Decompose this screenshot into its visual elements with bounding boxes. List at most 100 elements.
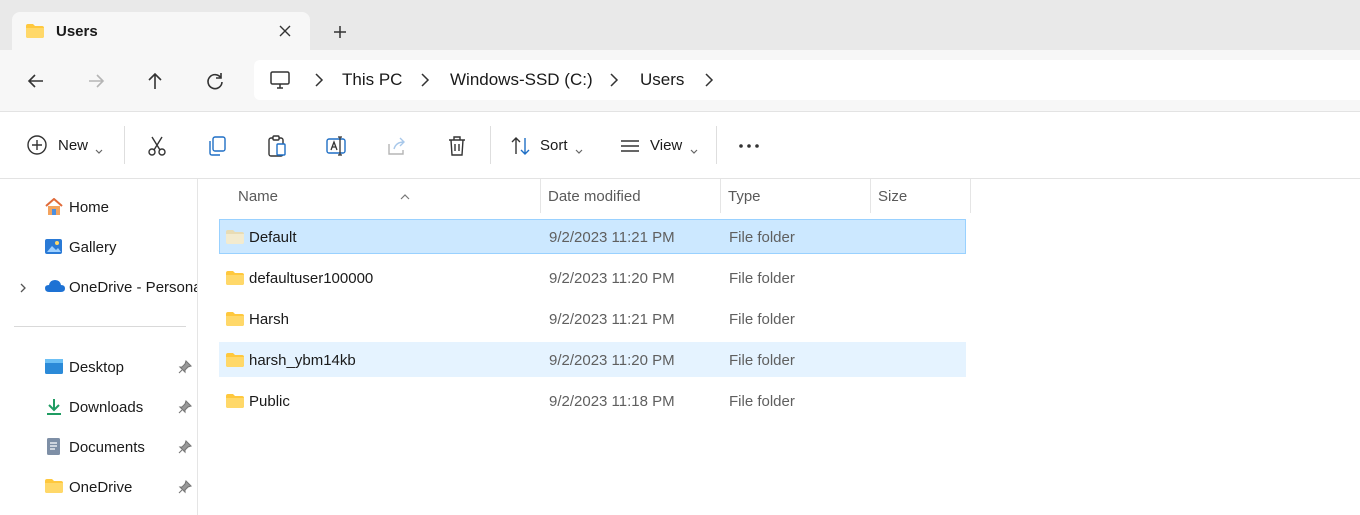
arrow-up-icon[interactable] — [141, 67, 169, 95]
chevron-down-icon[interactable] — [94, 143, 104, 161]
chevron-right-icon[interactable] — [702, 72, 716, 88]
sidebar-item-home[interactable]: Home — [0, 190, 198, 224]
chevron-right-icon[interactable] — [312, 72, 326, 88]
file-date: 9/2/2023 11:21 PM — [549, 311, 675, 328]
sidebar-item-downloads[interactable]: Downloads — [0, 390, 198, 424]
file-name: defaultuser100000 — [249, 270, 374, 287]
download-icon — [44, 398, 64, 421]
document-icon — [44, 438, 64, 461]
more-icon[interactable] — [737, 134, 761, 158]
column-header-size[interactable]: Size — [871, 179, 970, 213]
share-icon[interactable] — [385, 134, 409, 158]
sidebar-item-documents[interactable]: Documents — [0, 430, 198, 464]
delete-icon[interactable] — [445, 134, 469, 158]
sidebar-item-gallery[interactable]: Gallery — [0, 230, 198, 264]
file-date: 9/2/2023 11:18 PM — [549, 393, 675, 410]
navigation-pane: Home Gallery OneDrive - Persona Desktop … — [0, 179, 198, 515]
sidebar-item-label: Gallery — [69, 239, 117, 256]
computer-icon[interactable] — [269, 70, 291, 95]
chevron-down-icon[interactable] — [574, 143, 584, 161]
file-name: Default — [249, 229, 297, 246]
gallery-icon — [44, 238, 64, 261]
column-divider[interactable] — [970, 179, 971, 213]
rename-icon[interactable] — [325, 134, 349, 158]
folder-icon — [225, 229, 245, 250]
chevron-down-icon[interactable] — [689, 143, 699, 161]
sort-button[interactable]: Sort — [540, 137, 568, 154]
file-date: 9/2/2023 11:20 PM — [549, 270, 675, 287]
file-name: Harsh — [249, 311, 290, 328]
pin-icon[interactable] — [178, 479, 193, 499]
file-type: File folder — [729, 393, 795, 410]
sort-icon[interactable] — [509, 134, 533, 158]
table-row[interactable]: Harsh 9/2/2023 11:21 PM File folder — [219, 301, 966, 336]
breadcrumb-users[interactable]: Users — [640, 70, 684, 90]
chevron-right-icon[interactable] — [418, 72, 432, 88]
plus-circle-icon[interactable] — [26, 134, 48, 158]
chevron-right-icon[interactable] — [18, 281, 28, 299]
toolbar-divider — [490, 126, 491, 164]
new-button[interactable]: New — [58, 137, 88, 154]
sidebar-item-label: Home — [69, 199, 110, 216]
sidebar-item-label: OneDrive - Persona — [69, 279, 197, 296]
sidebar-item-onedrive-personal[interactable]: OneDrive - Persona — [0, 270, 198, 304]
folder-icon — [44, 478, 64, 499]
file-date: 9/2/2023 11:21 PM — [549, 229, 675, 246]
file-date: 9/2/2023 11:20 PM — [549, 352, 675, 369]
file-type: File folder — [729, 229, 795, 246]
column-header-name[interactable]: Name — [219, 179, 540, 213]
tab-title: Users — [56, 23, 98, 40]
pin-icon[interactable] — [178, 359, 193, 379]
address-bar[interactable]: This PC Windows-SSD (C:) Users — [254, 60, 1360, 100]
column-header-date[interactable]: Date modified — [541, 179, 720, 213]
sidebar-item-onedrive[interactable]: OneDrive — [0, 470, 198, 504]
desktop-icon — [44, 358, 64, 381]
table-row[interactable]: harsh_ybm14kb 9/2/2023 11:20 PM File fol… — [219, 342, 966, 377]
view-button[interactable]: View — [650, 137, 682, 154]
sidebar-item-desktop[interactable]: Desktop — [0, 350, 198, 384]
copy-icon[interactable] — [205, 134, 229, 158]
arrow-right-icon[interactable] — [82, 67, 110, 95]
column-header-type[interactable]: Type — [721, 179, 870, 213]
sidebar-divider — [14, 326, 186, 327]
home-icon — [44, 197, 64, 221]
cut-icon[interactable] — [145, 134, 169, 158]
folder-icon — [25, 23, 45, 44]
refresh-icon[interactable] — [201, 67, 229, 95]
command-bar: New Sort View — [0, 111, 1360, 179]
toolbar-divider — [124, 126, 125, 164]
sort-up-icon — [399, 188, 411, 205]
toolbar-divider — [716, 126, 717, 164]
column-date-label: Date modified — [548, 188, 641, 205]
breadcrumb-this-pc[interactable]: This PC — [342, 70, 402, 90]
column-name-label: Name — [238, 188, 279, 205]
table-row[interactable]: Public 9/2/2023 11:18 PM File folder — [219, 383, 966, 418]
file-type: File folder — [729, 270, 795, 287]
table-row[interactable]: defaultuser100000 9/2/2023 11:20 PM File… — [219, 260, 966, 295]
file-type: File folder — [729, 352, 795, 369]
file-list: Name Date modified Type Size Default 9/2… — [199, 179, 1360, 515]
pin-icon[interactable] — [178, 399, 193, 419]
folder-icon — [225, 270, 245, 291]
navigation-bar: This PC Windows-SSD (C:) Users — [0, 50, 1360, 111]
file-type: File folder — [729, 311, 795, 328]
tab-strip: Users — [0, 0, 1360, 50]
view-icon[interactable] — [618, 134, 642, 158]
breadcrumb-windows-ssd[interactable]: Windows-SSD (C:) — [450, 70, 593, 90]
file-name: harsh_ybm14kb — [249, 352, 356, 369]
chevron-right-icon[interactable] — [607, 72, 621, 88]
folder-icon — [225, 311, 245, 332]
arrow-left-icon[interactable] — [22, 67, 50, 95]
folder-icon — [225, 352, 245, 373]
plus-icon[interactable] — [328, 20, 352, 44]
cloud-icon — [44, 278, 66, 299]
table-row[interactable]: Default 9/2/2023 11:21 PM File folder — [219, 219, 966, 254]
pin-icon[interactable] — [178, 439, 193, 459]
file-name: Public — [249, 393, 290, 410]
folder-icon — [225, 393, 245, 414]
close-icon[interactable] — [274, 20, 296, 42]
column-type-label: Type — [728, 188, 761, 205]
column-size-label: Size — [878, 188, 908, 205]
tab-users[interactable]: Users — [12, 12, 310, 50]
paste-icon[interactable] — [265, 134, 289, 158]
